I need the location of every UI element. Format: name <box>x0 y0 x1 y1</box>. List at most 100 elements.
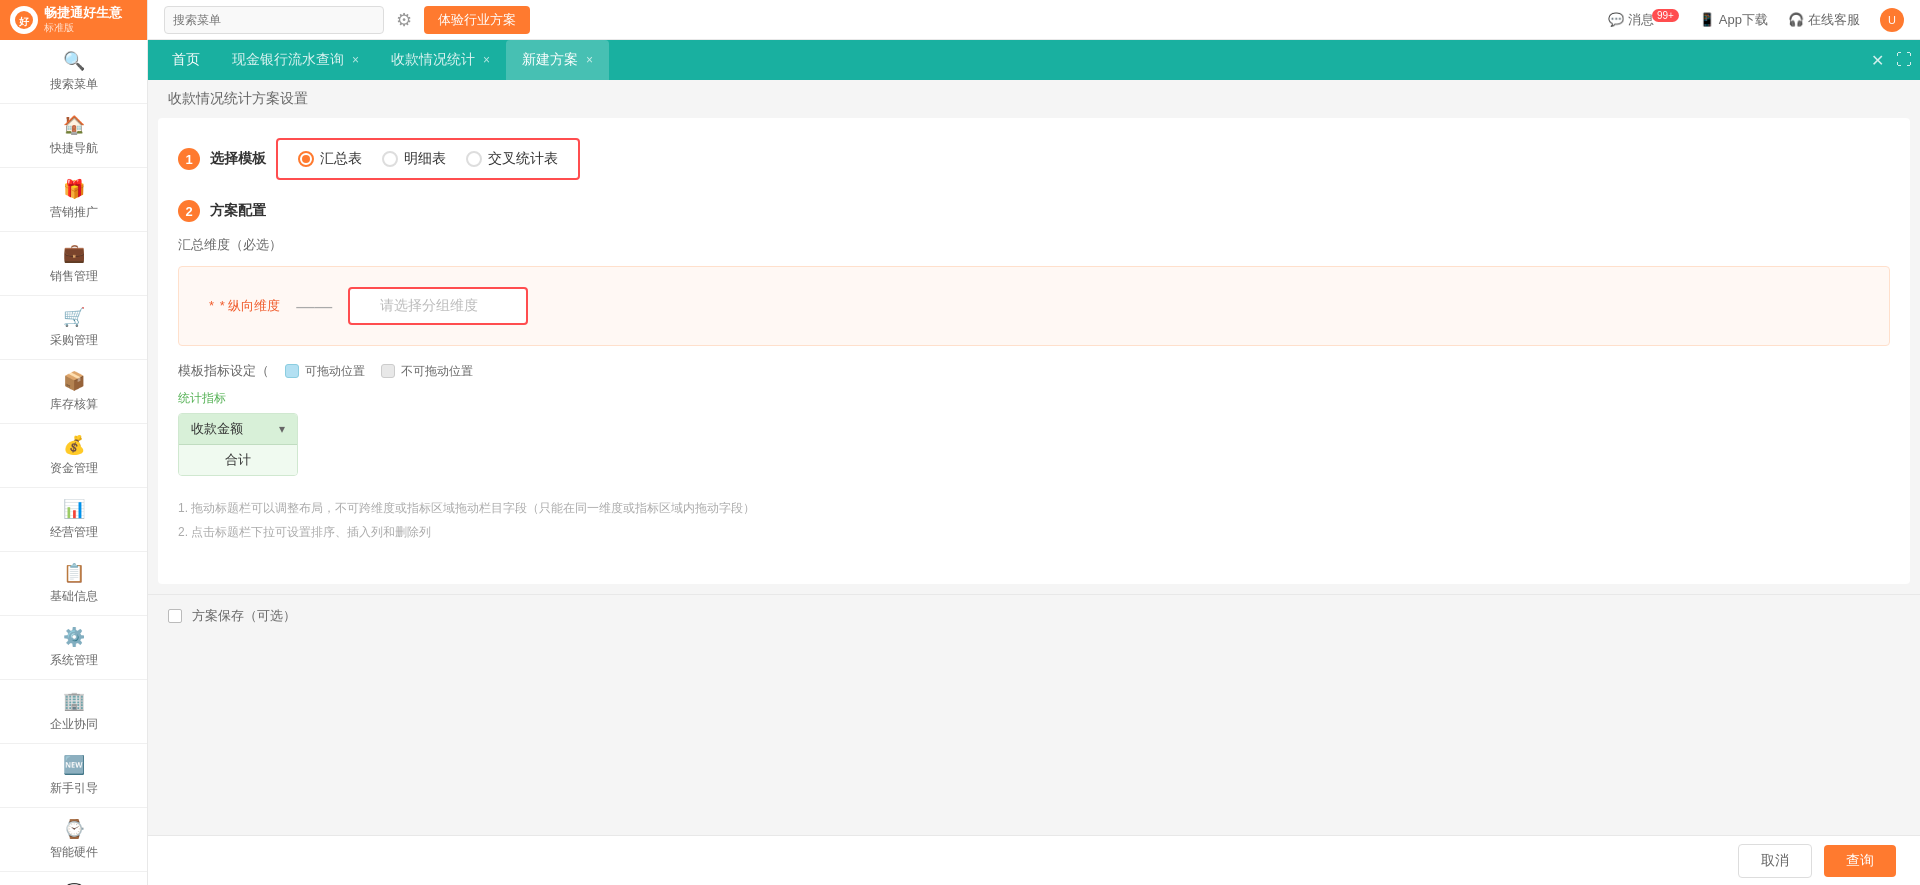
tab-close-icon[interactable]: ✕ <box>1871 51 1884 70</box>
download-icon: 📱 <box>1699 12 1715 27</box>
dimension-placeholder: 请选择分组维度 <box>380 297 478 313</box>
sidebar-item-label: 搜索菜单 <box>50 76 98 93</box>
tip-text-1: 1. 拖动标题栏可以调整布局，不可跨维度或指标区域拖动栏目字段（只能在同一维度或… <box>178 496 755 520</box>
sidebar-item-purchase[interactable]: 🛒 采购管理 <box>0 296 147 360</box>
tabs-right-controls: ✕ ⛶ <box>1871 51 1912 70</box>
tab-home-label: 首页 <box>172 51 200 69</box>
sidebar-item-guide[interactable]: 🆕 新手引导 <box>0 744 147 808</box>
sidebar-item-label: 营销推广 <box>50 204 98 221</box>
stat-label: 统计指标 <box>178 390 298 407</box>
step1-header: 1 选择模板 汇总表 明细表 <box>178 138 1890 180</box>
step1-title: 选择模板 <box>210 150 266 168</box>
save-plan-checkbox[interactable] <box>168 609 182 623</box>
user-avatar[interactable]: U <box>1880 8 1904 32</box>
tip-line-2: 2. 点击标题栏下拉可设置排序、插入列和删除列 <box>178 520 1890 544</box>
metrics-col-header[interactable]: 收款金额 ▾ <box>179 414 297 445</box>
sidebar-item-hardware[interactable]: ⌚ 智能硬件 <box>0 808 147 872</box>
sidebar-logo: 好 畅捷通好生意 标准版 <box>0 0 147 40</box>
tab-expand-icon[interactable]: ⛶ <box>1896 51 1912 70</box>
settings-icon[interactable]: ⚙ <box>396 9 412 31</box>
notification-badge: 99+ <box>1652 9 1679 22</box>
sidebar-item-marketing[interactable]: 🎁 营销推广 <box>0 168 147 232</box>
logo-text-area: 畅捷通好生意 标准版 <box>44 5 122 35</box>
legend-movable: 可拖动位置 <box>285 363 365 380</box>
step2-section: 2 方案配置 汇总维度（必选） * * 纵向维度 —— 请选择分组维度 <box>178 200 1890 544</box>
vertical-dim-label: * * 纵向维度 <box>209 297 280 315</box>
sidebar-item-base-info[interactable]: 📋 基础信息 <box>0 552 147 616</box>
sidebar-item-sales[interactable]: 💼 销售管理 <box>0 232 147 296</box>
metrics-label: 模板指标设定（ <box>178 362 269 380</box>
support-icon: 🎧 <box>1788 12 1804 27</box>
step1-section: 1 选择模板 汇总表 明细表 <box>178 138 1890 180</box>
radio-summary[interactable]: 汇总表 <box>298 150 362 168</box>
money-icon: 💰 <box>63 434 85 456</box>
step1-number: 1 <box>178 148 200 170</box>
breadcrumb-text: 收款情况统计方案设置 <box>168 90 308 106</box>
radio-detail[interactable]: 明细表 <box>382 150 446 168</box>
radio-summary-circle <box>298 151 314 167</box>
plan-config-area: 汇总维度（必选） * * 纵向维度 —— 请选择分组维度 <box>178 236 1890 544</box>
sidebar-item-label: 基础信息 <box>50 588 98 605</box>
sidebar-item-label: 新手引导 <box>50 780 98 797</box>
industry-plan-button[interactable]: 体验行业方案 <box>424 6 530 34</box>
topbar: ⚙ 体验行业方案 💬 消息 99+ 📱 App下载 🎧 在线客服 U <box>148 0 1920 40</box>
support-item[interactable]: 🎧 在线客服 <box>1788 11 1860 29</box>
sidebar-item-enterprise[interactable]: 🏢 企业协同 <box>0 680 147 744</box>
tip-line-1: 1. 拖动标题栏可以调整布局，不可跨维度或指标区域拖动栏目字段（只能在同一维度或… <box>178 496 1890 520</box>
search-input[interactable] <box>164 6 384 34</box>
briefcase-icon: 💼 <box>63 242 85 264</box>
tab-new-plan[interactable]: 新建方案 × <box>506 40 609 80</box>
sidebar-item-label: 经营管理 <box>50 524 98 541</box>
radio-cross[interactable]: 交叉统计表 <box>466 150 558 168</box>
notification-label: 消息 <box>1628 11 1654 29</box>
step2-title: 方案配置 <box>210 202 266 220</box>
tab-cashflow-close[interactable]: × <box>352 53 359 67</box>
template-radio-group: 汇总表 明细表 交叉统计表 <box>298 150 558 168</box>
fixed-legend-label: 不可拖动位置 <box>401 363 473 380</box>
metrics-header: 模板指标设定（ 可拖动位置 不可拖动位置 <box>178 362 1890 380</box>
sidebar-item-search[interactable]: 🔍 搜索菜单 <box>0 40 147 104</box>
support-label: 在线客服 <box>1808 11 1860 29</box>
tab-new-plan-label: 新建方案 <box>522 51 578 69</box>
sidebar-item-label: 采购管理 <box>50 332 98 349</box>
sidebar-item-label: 系统管理 <box>50 652 98 669</box>
tab-collection-close[interactable]: × <box>483 53 490 67</box>
sidebar-item-system[interactable]: ⚙️ 系统管理 <box>0 616 147 680</box>
query-button[interactable]: 查询 <box>1824 845 1896 877</box>
cart-icon: 🛒 <box>63 306 85 328</box>
sidebar-item-inventory[interactable]: 📦 库存核算 <box>0 360 147 424</box>
sidebar-item-quick-nav[interactable]: 🏠 快捷导航 <box>0 104 147 168</box>
step2-number: 2 <box>178 200 200 222</box>
tab-home[interactable]: 首页 <box>156 40 216 80</box>
gear-icon: ⚙️ <box>63 626 85 648</box>
tip-text-2: 2. 点击标题栏下拉可设置排序、插入列和删除列 <box>178 520 431 544</box>
page-body: 1 选择模板 汇总表 明细表 <box>158 118 1910 584</box>
arrow-icon: —— <box>296 296 332 317</box>
sidebar-item-operations[interactable]: 📊 经营管理 <box>0 488 147 552</box>
radio-cross-label: 交叉统计表 <box>488 150 558 168</box>
tab-collection[interactable]: 收款情况统计 × <box>375 40 506 80</box>
movable-legend-label: 可拖动位置 <box>305 363 365 380</box>
sidebar-item-finance[interactable]: 💰 资金管理 <box>0 424 147 488</box>
watch-icon: ⌚ <box>63 818 85 840</box>
notification-icon: 💬 <box>1608 12 1624 27</box>
metrics-config-area: 模板指标设定（ 可拖动位置 不可拖动位置 <box>178 362 1890 476</box>
chart-icon: 📊 <box>63 498 85 520</box>
avatar-icon: U <box>1880 8 1904 32</box>
dimension-selector[interactable]: 请选择分组维度 <box>348 287 528 325</box>
sidebar-item-label: 快捷导航 <box>50 140 98 157</box>
topbar-right: 💬 消息 99+ 📱 App下载 🎧 在线客服 U <box>1608 8 1904 32</box>
tab-cashflow[interactable]: 现金银行流水查询 × <box>216 40 375 80</box>
tab-new-plan-close[interactable]: × <box>586 53 593 67</box>
sidebar-item-label: 销售管理 <box>50 268 98 285</box>
dimension-area: * * 纵向维度 —— 请选择分组维度 <box>178 266 1890 346</box>
gift-icon: 🎁 <box>63 178 85 200</box>
sidebar-item-label: 企业协同 <box>50 716 98 733</box>
notification-item[interactable]: 💬 消息 99+ <box>1608 11 1679 29</box>
metrics-column: 收款金额 ▾ 合计 <box>178 413 298 476</box>
sidebar-item-wechat[interactable]: 💬 企业微信 <box>0 872 147 885</box>
search-icon: 🔍 <box>63 50 85 72</box>
cancel-button[interactable]: 取消 <box>1738 844 1812 878</box>
download-item[interactable]: 📱 App下载 <box>1699 11 1768 29</box>
main-area: ⚙ 体验行业方案 💬 消息 99+ 📱 App下载 🎧 在线客服 U 首页 <box>148 0 1920 885</box>
